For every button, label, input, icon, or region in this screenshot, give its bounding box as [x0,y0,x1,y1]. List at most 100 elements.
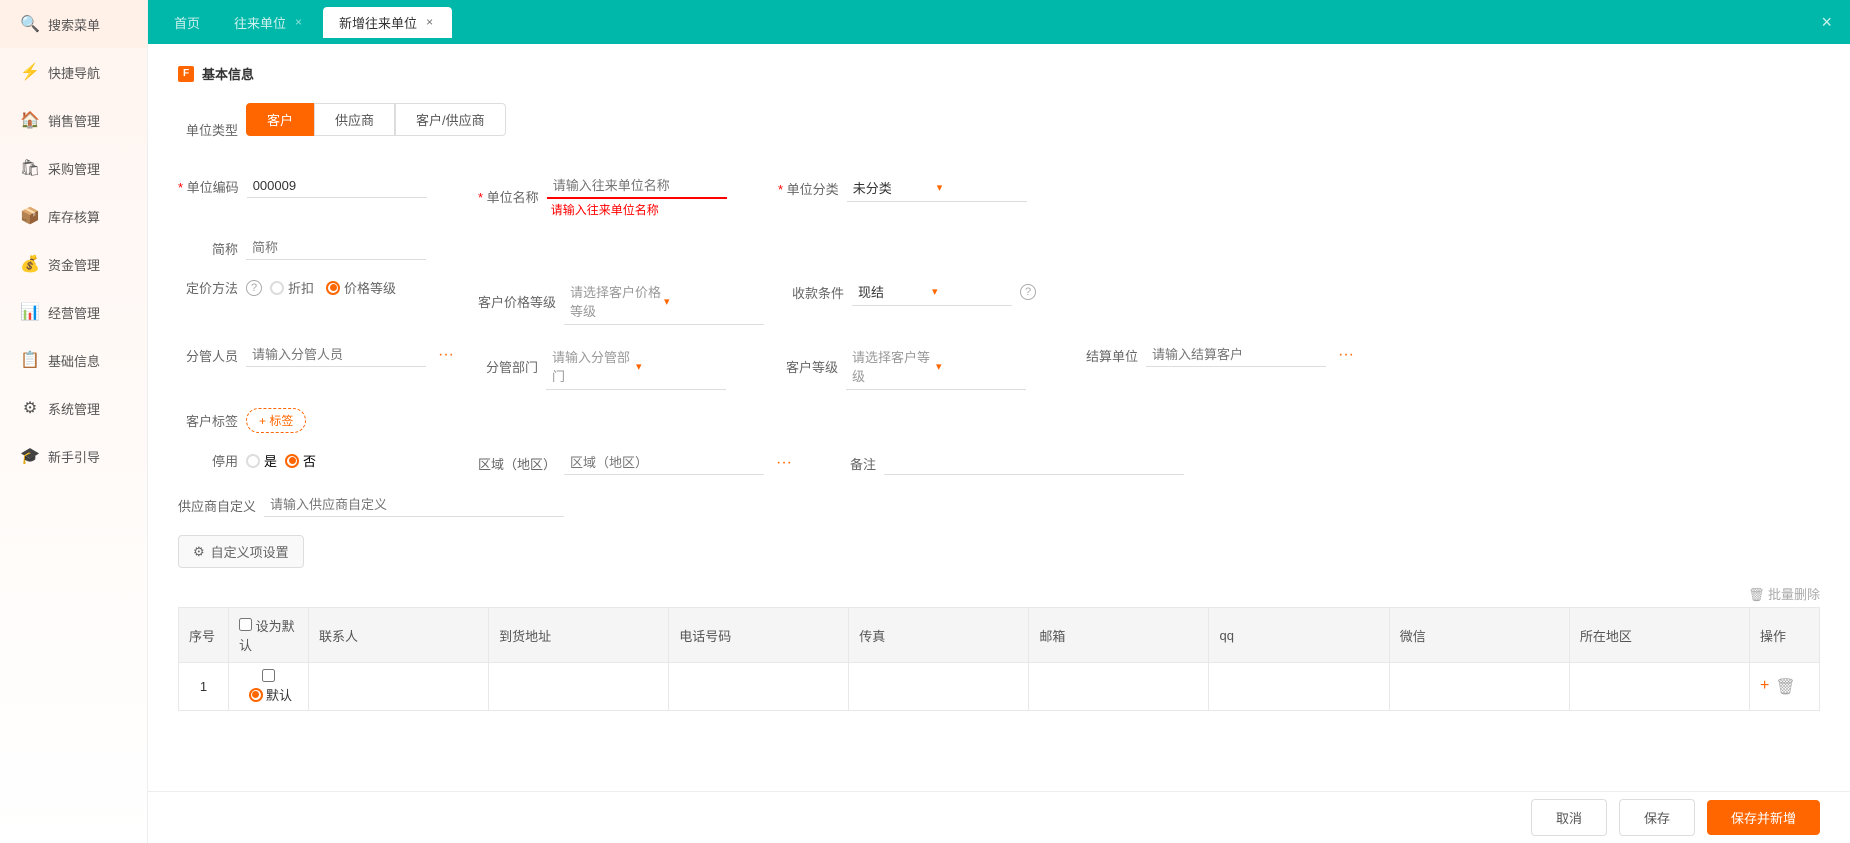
dept-label: 分管部门 [478,357,538,376]
short-name-field: 简称 [178,236,458,260]
supplier-custom-label: 供应商自定义 [178,496,256,515]
unit-category-field: 单位分类 未分类 ▾ [778,174,1058,202]
manager-input[interactable] [246,343,426,367]
custom-settings-btn[interactable]: ⚙ 自定义项设置 [178,535,304,568]
form-row-pricing: 定价方法 ? 折扣 价格等级 客户价格等级 请选择客户价格等级 [178,278,1820,325]
row-checkbox[interactable] [262,669,275,682]
supplier-custom-input[interactable] [264,493,564,517]
sidebar-item-purchase[interactable]: 🛍 采购管理 [0,144,147,192]
fax-input[interactable] [859,679,1018,694]
pricing-level-option[interactable]: 价格等级 [326,278,396,297]
wechat-input[interactable] [1400,679,1559,694]
sidebar-item-label: 搜索菜单 [48,15,100,34]
add-row-btn[interactable]: + [1760,677,1769,697]
unit-code-input[interactable] [247,174,427,198]
tab-home-label: 首页 [174,13,200,32]
payment-help-icon[interactable]: ? [1020,284,1036,300]
email-input[interactable] [1039,679,1198,694]
inventory-icon: 📦 [20,206,40,226]
customer-price-level-select[interactable]: 请选择客户价格等级 ▾ [564,278,764,325]
add-tag-btn[interactable]: + 标签 [246,408,306,433]
region-input[interactable] [564,451,764,475]
manager-more-btn[interactable]: ··· [434,346,458,364]
sidebar-item-label: 采购管理 [48,159,100,178]
remark-input[interactable] [884,451,1184,475]
unit-code-label: 单位编码 [178,177,239,196]
unit-type-label: 单位类型 [178,120,238,139]
cell-contact [309,663,489,711]
address-input[interactable] [499,679,658,694]
unit-type-group: 客户 供应商 客户/供应商 [246,103,506,136]
unit-type-both-btn[interactable]: 客户/供应商 [395,103,506,136]
delete-row-btn[interactable]: 🗑 [1775,677,1795,697]
sidebar-item-quicknav[interactable]: ⚡ 快捷导航 [0,48,147,96]
sidebar-item-basic[interactable]: 📋 基础信息 [0,336,147,384]
sidebar-item-finance[interactable]: 💰 资金管理 [0,240,147,288]
save-new-button[interactable]: 保存并新增 [1707,800,1820,835]
form-row-1: 单位编码 单位名称 请输入往来单位名称 单位分类 未分类 ▾ [178,174,1820,218]
table-header-row: 序号 设为默认 联系人 到货地址 电话号码 传真 邮箱 qq 微信 所在地区 操… [179,608,1820,663]
tab-partner-close[interactable]: × [292,14,305,30]
help-icon[interactable]: ? [246,280,262,296]
short-name-input[interactable] [246,236,426,260]
sidebar-item-ops[interactable]: 📊 经营管理 [0,288,147,336]
chevron-down-icon: ▾ [636,360,720,373]
qq-input[interactable] [1219,679,1378,694]
disabled-label: 停用 [178,451,238,470]
dept-select[interactable]: 请输入分管部门 ▾ [546,343,726,390]
unit-type-row: 单位类型 客户 供应商 客户/供应商 [178,103,1820,156]
sidebar-item-search[interactable]: 🔍 搜索菜单 [0,0,147,48]
tab-new-partner-close[interactable]: × [423,14,436,30]
sidebar-item-label: 经营管理 [48,303,100,322]
unit-type-customer-btn[interactable]: 客户 [246,103,314,136]
tab-bar-close-btn[interactable]: × [1813,8,1840,37]
customer-level-select[interactable]: 请选择客户等级 ▾ [846,343,1026,390]
payment-terms-select[interactable]: 现结 ▾ [852,278,1012,306]
system-icon: ⚙ [20,398,40,418]
payment-terms-label: 收款条件 [784,283,844,302]
cell-email [1029,663,1209,711]
sidebar-item-label: 资金管理 [48,255,100,274]
batch-delete-btn[interactable]: 🗑 批量删除 [178,584,1820,603]
sidebar-item-guide[interactable]: 🎓 新手引导 [0,432,147,480]
col-address: 到货地址 [489,608,669,663]
manager-field: 分管人员 ··· [178,343,458,367]
cell-qq [1209,663,1389,711]
sidebar-item-inventory[interactable]: 📦 库存核算 [0,192,147,240]
default-radio[interactable]: 默认 [249,685,292,704]
radio-default [249,688,263,702]
unit-name-input[interactable] [547,174,727,199]
save-button[interactable]: 保存 [1619,799,1695,836]
tab-new-partner[interactable]: 新增往来单位 × [323,7,452,38]
cell-default: 默认 [229,663,309,711]
form-row-tag: 客户标签 + 标签 [178,408,1820,433]
finance-icon: 💰 [20,254,40,274]
settlement-input[interactable] [1146,343,1326,367]
unit-type-field: 单位类型 客户 供应商 客户/供应商 [178,103,506,156]
customer-level-label: 客户等级 [778,357,838,376]
sidebar-item-system[interactable]: ⚙ 系统管理 [0,384,147,432]
disabled-no-label: 否 [303,451,316,470]
region-more-btn[interactable]: ··· [772,454,796,472]
tab-partner[interactable]: 往来单位 × [218,7,321,38]
select-all-checkbox[interactable] [239,618,252,631]
custom-settings-label: 自定义项设置 [211,542,289,561]
phone-input[interactable] [679,679,838,694]
sidebar-item-sales[interactable]: 🏠 销售管理 [0,96,147,144]
cancel-button[interactable]: 取消 [1531,799,1607,836]
basic-icon: 📋 [20,350,40,370]
form-row-manager: 分管人员 ··· 分管部门 请输入分管部门 ▾ 客户等级 请选择客户等级 ▾ 结… [178,343,1820,390]
disabled-yes-option[interactable]: 是 [246,451,277,470]
customer-price-level-placeholder: 请选择客户价格等级 [570,282,664,320]
region-cell-input[interactable] [1580,679,1739,694]
unit-type-supplier-btn[interactable]: 供应商 [314,103,395,136]
settlement-more-btn[interactable]: ··· [1334,346,1358,364]
unit-category-select[interactable]: 未分类 ▾ [847,174,1027,202]
tab-home[interactable]: 首页 [158,7,216,38]
disabled-no-option[interactable]: 否 [285,451,316,470]
col-fax: 传真 [849,608,1029,663]
disabled-field: 停用 是 否 [178,451,458,470]
main-area: 首页 往来单位 × 新增往来单位 × × F 基本信息 单位类型 客户 供应商 … [148,0,1850,843]
contact-input[interactable] [319,679,478,694]
pricing-discount-option[interactable]: 折扣 [270,278,314,297]
